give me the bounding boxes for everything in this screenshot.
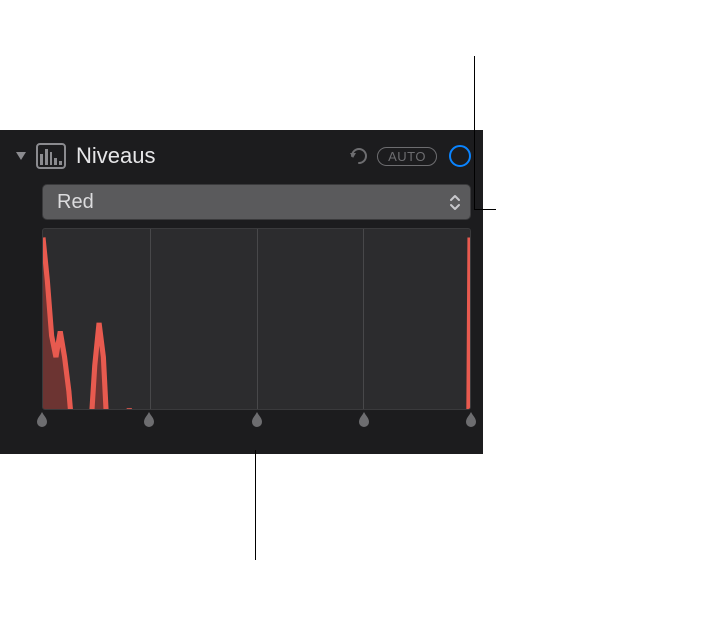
callout-line (474, 56, 475, 210)
levels-icon (36, 143, 66, 169)
highlight-handle[interactable] (357, 410, 371, 428)
levels-panel: Niveaus AUTO Red (0, 130, 483, 454)
level-handles (42, 410, 471, 430)
callout-line (255, 450, 256, 560)
black-point-handle[interactable] (35, 410, 49, 428)
shadow-handle[interactable] (142, 410, 156, 428)
histogram-area (42, 228, 471, 426)
white-point-handle[interactable] (464, 410, 478, 428)
section-title: Niveaus (76, 143, 341, 169)
callout-line (474, 209, 496, 210)
channel-selected-label: Red (57, 191, 94, 214)
disclosure-triangle-icon[interactable] (12, 147, 30, 165)
auto-button[interactable]: AUTO (377, 147, 437, 166)
levels-header: Niveaus AUTO (10, 138, 473, 174)
enable-toggle[interactable] (449, 145, 471, 167)
midtone-handle[interactable] (250, 410, 264, 428)
undo-icon[interactable] (347, 144, 371, 168)
histogram-curve (43, 229, 470, 410)
histogram (42, 228, 471, 410)
channel-dropdown[interactable]: Red (42, 184, 471, 220)
chevron-up-down-icon (444, 189, 466, 215)
